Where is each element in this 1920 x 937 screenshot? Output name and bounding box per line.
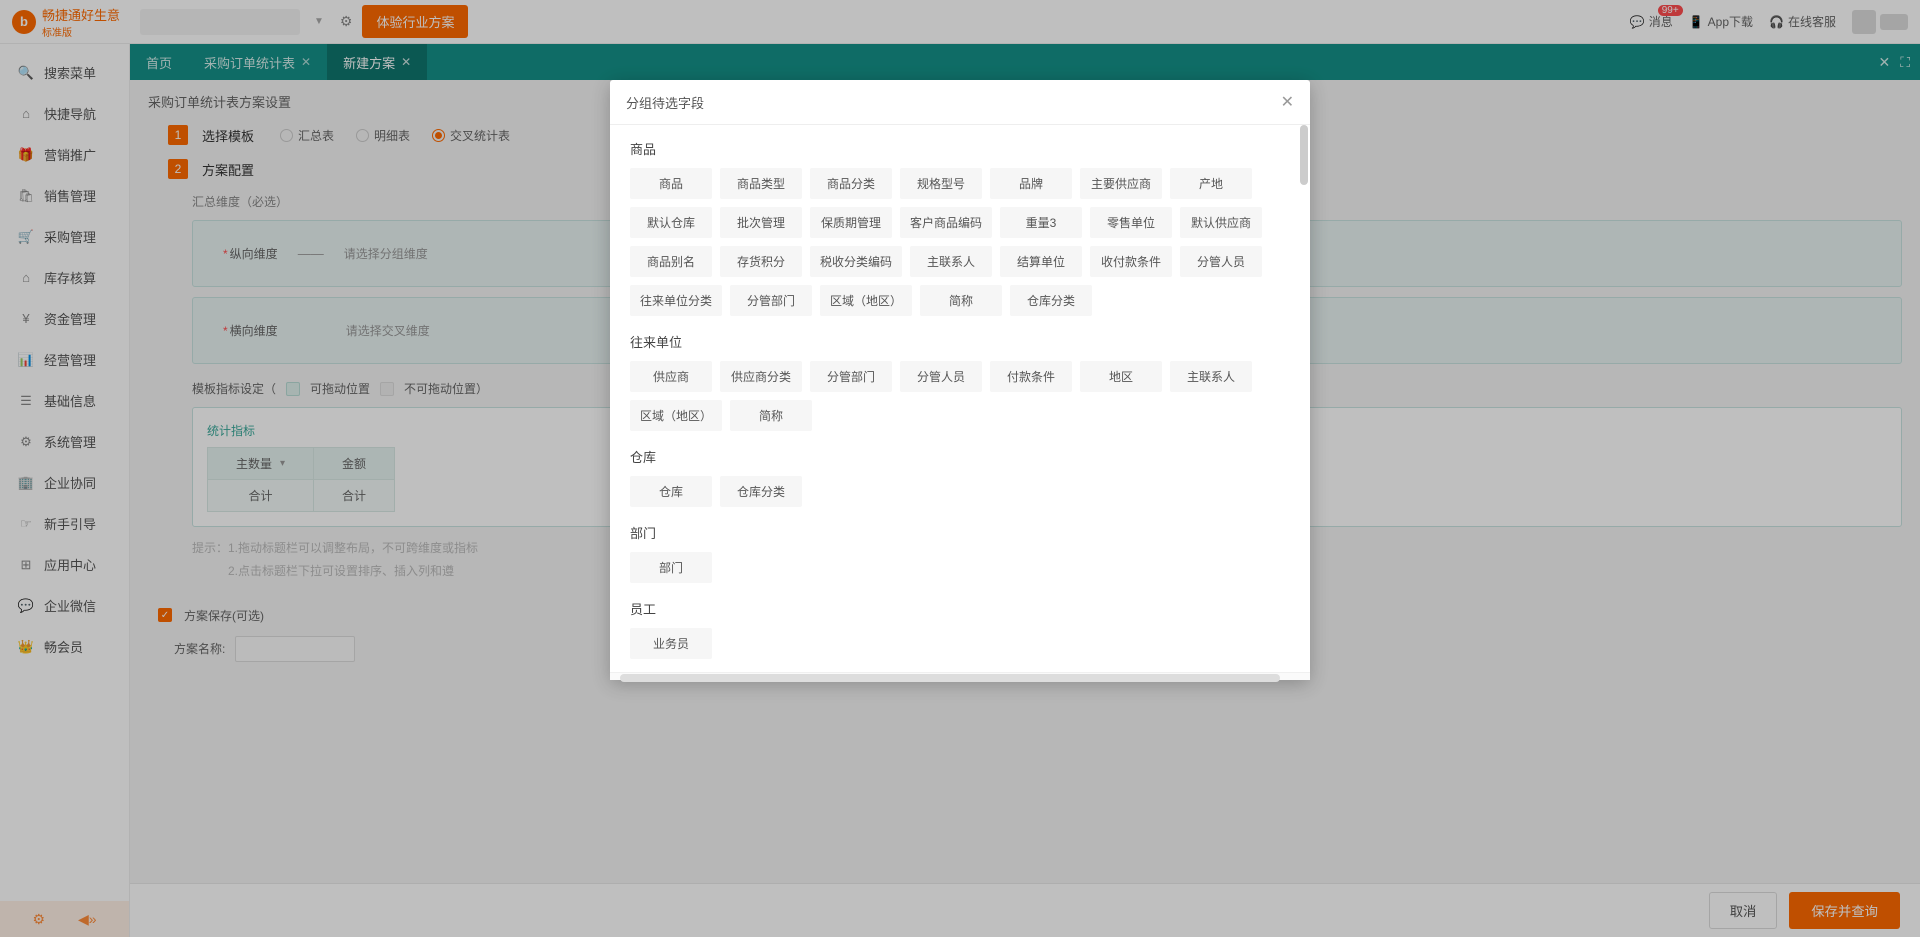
field-group: 往来单位供应商供应商分类分管部门分管人员付款条件地区主联系人区域（地区） 简称 (630, 332, 1290, 431)
field-chip[interactable]: 区域（地区） (630, 400, 722, 431)
modal-hscroll-thumb[interactable] (620, 674, 1280, 682)
modal-header: 分组待选字段 ✕ (610, 80, 1310, 125)
field-chip[interactable]: 品牌 (990, 168, 1072, 199)
field-chip[interactable]: 仓库分类 (1010, 285, 1092, 316)
modal-overlay[interactable]: 分组待选字段 ✕ 商品商品商品类型商品分类规格型号品牌主要供应商产地默认仓库批次… (0, 0, 1920, 937)
field-chip[interactable]: 规格型号 (900, 168, 982, 199)
field-chip[interactable]: 存货积分 (720, 246, 802, 277)
field-group-title: 商品 (630, 139, 1290, 158)
field-chip[interactable]: 分管部门 (730, 285, 812, 316)
field-group: 部门部门 (630, 523, 1290, 583)
modal-horizontal-scrollbar[interactable] (610, 672, 1310, 680)
field-chip[interactable]: 分管人员 (900, 361, 982, 392)
field-chip[interactable]: 保质期管理 (810, 207, 892, 238)
field-chip[interactable]: 部门 (630, 552, 712, 583)
field-chip[interactable]: 分管人员 (1180, 246, 1262, 277)
modal-title: 分组待选字段 (626, 93, 704, 112)
field-chip[interactable]: 往来单位分类 (630, 285, 722, 316)
field-chip[interactable]: 业务员 (630, 628, 712, 659)
field-selector-modal: 分组待选字段 ✕ 商品商品商品类型商品分类规格型号品牌主要供应商产地默认仓库批次… (610, 80, 1310, 680)
field-chip[interactable]: 商品别名 (630, 246, 712, 277)
field-group: 商品商品商品类型商品分类规格型号品牌主要供应商产地默认仓库批次管理保质期管理客户… (630, 139, 1290, 316)
field-chip[interactable]: 区域（地区） (820, 285, 912, 316)
field-chip[interactable]: 简称 (920, 285, 1002, 316)
field-chip[interactable]: 税收分类编码 (810, 246, 902, 277)
field-chip[interactable]: 结算单位 (1000, 246, 1082, 277)
field-group-title: 往来单位 (630, 332, 1290, 351)
field-chip[interactable]: 分管部门 (810, 361, 892, 392)
modal-body: 商品商品商品类型商品分类规格型号品牌主要供应商产地默认仓库批次管理保质期管理客户… (610, 125, 1310, 672)
field-chip[interactable]: 主联系人 (1170, 361, 1252, 392)
field-chip[interactable]: 商品类型 (720, 168, 802, 199)
field-chip[interactable]: 地区 (1080, 361, 1162, 392)
modal-scrollbar[interactable] (1300, 125, 1308, 672)
field-chip[interactable]: 付款条件 (990, 361, 1072, 392)
field-chip[interactable]: 简称 (730, 400, 812, 431)
close-icon[interactable]: ✕ (1281, 92, 1294, 112)
modal-scrollbar-thumb[interactable] (1300, 125, 1308, 185)
field-chip[interactable]: 重量3 (1000, 207, 1082, 238)
field-chip[interactable]: 产地 (1170, 168, 1252, 199)
field-chip[interactable]: 默认仓库 (630, 207, 712, 238)
field-chip[interactable]: 零售单位 (1090, 207, 1172, 238)
field-chip[interactable]: 批次管理 (720, 207, 802, 238)
field-group: 员工业务员 (630, 599, 1290, 659)
field-chip[interactable]: 供应商 (630, 361, 712, 392)
field-group-title: 仓库 (630, 447, 1290, 466)
field-group-items: 商品商品类型商品分类规格型号品牌主要供应商产地默认仓库批次管理保质期管理客户商品… (630, 168, 1290, 316)
field-group-items: 供应商供应商分类分管部门分管人员付款条件地区主联系人区域（地区） 简称 (630, 361, 1290, 431)
field-group-items: 业务员 (630, 628, 1290, 659)
field-chip[interactable]: 仓库分类 (720, 476, 802, 507)
field-group-items: 部门 (630, 552, 1290, 583)
field-group-title: 员工 (630, 599, 1290, 618)
field-chip[interactable]: 供应商分类 (720, 361, 802, 392)
field-chip[interactable]: 商品分类 (810, 168, 892, 199)
field-chip[interactable]: 收付款条件 (1090, 246, 1172, 277)
field-chip[interactable]: 商品 (630, 168, 712, 199)
field-chip[interactable]: 主要供应商 (1080, 168, 1162, 199)
field-chip[interactable]: 默认供应商 (1180, 207, 1262, 238)
field-chip[interactable]: 仓库 (630, 476, 712, 507)
field-chip[interactable]: 客户商品编码 (900, 207, 992, 238)
field-group-items: 仓库仓库分类 (630, 476, 1290, 507)
field-chip[interactable]: 主联系人 (910, 246, 992, 277)
field-group-title: 部门 (630, 523, 1290, 542)
field-group: 仓库仓库仓库分类 (630, 447, 1290, 507)
